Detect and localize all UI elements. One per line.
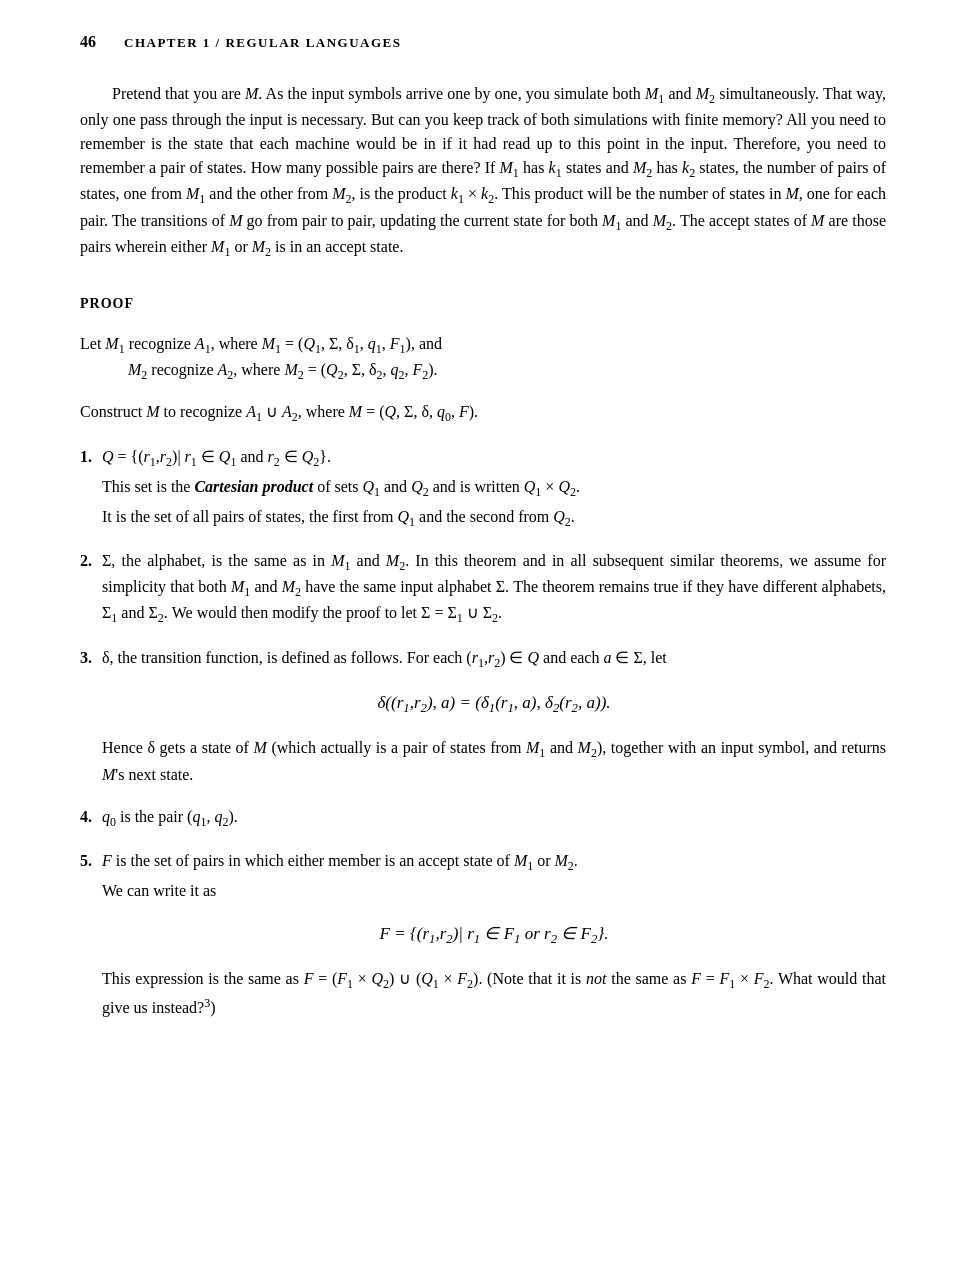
chapter-title: CHAPTER 1 / REGULAR LANGUAGES: [124, 33, 402, 53]
list-num-1: 1.: [80, 445, 102, 469]
intro-paragraph: Pretend that you are M. As the input sym…: [80, 82, 886, 261]
formula-delta: δ((r1,r2), a) = (δ1(r1, a), δ2(r2, a)).: [102, 690, 886, 719]
page-number: 46: [80, 30, 96, 54]
list-item-5: 5. F is the set of pairs in which either…: [80, 849, 886, 1024]
proof-list: 1. Q = {(r1,r2)| r1 ∈ Q1 and r2 ∈ Q2}. T…: [80, 445, 886, 1024]
list-content-5: F is the set of pairs in which either me…: [102, 849, 886, 1024]
list-content-3: δ, the transition function, is defined a…: [102, 646, 886, 791]
list-content-4: q0 is the pair (q1, q2).: [102, 805, 886, 835]
list-item-4: 4. q0 is the pair (q1, q2).: [80, 805, 886, 835]
list-num-2: 2.: [80, 549, 102, 573]
page-header: 46 CHAPTER 1 / REGULAR LANGUAGES: [80, 30, 886, 54]
proof-section: PROOF Let M1 recognize A1, where M1 = (Q…: [80, 293, 886, 1024]
list-item-1: 1. Q = {(r1,r2)| r1 ∈ Q1 and r2 ∈ Q2}. T…: [80, 445, 886, 536]
hence-paragraph: Hence δ gets a state of M (which actuall…: [102, 736, 886, 786]
list-num-4: 4.: [80, 805, 102, 829]
proof-heading: PROOF: [80, 293, 886, 314]
proof-intro: Let M1 recognize A1, where M1 = (Q1, Σ, …: [80, 332, 886, 384]
list-num-3: 3.: [80, 646, 102, 670]
list-item-2: 2. Σ, the alphabet, is the same as in M1…: [80, 549, 886, 632]
formula-F: F = {(r1,r2)| r1 ∈ F1 or r2 ∈ F2}.: [102, 921, 886, 950]
proof-construct: Construct M to recognize A1 ∪ A2, where …: [80, 400, 886, 426]
list-content-2: Σ, the alphabet, is the same as in M1 an…: [102, 549, 886, 632]
note-paragraph: This expression is the same as F = (F1 ×…: [102, 967, 886, 1020]
list-content-1: Q = {(r1,r2)| r1 ∈ Q1 and r2 ∈ Q2}. This…: [102, 445, 886, 536]
list-item-3: 3. δ, the transition function, is define…: [80, 646, 886, 791]
list-num-5: 5.: [80, 849, 102, 873]
